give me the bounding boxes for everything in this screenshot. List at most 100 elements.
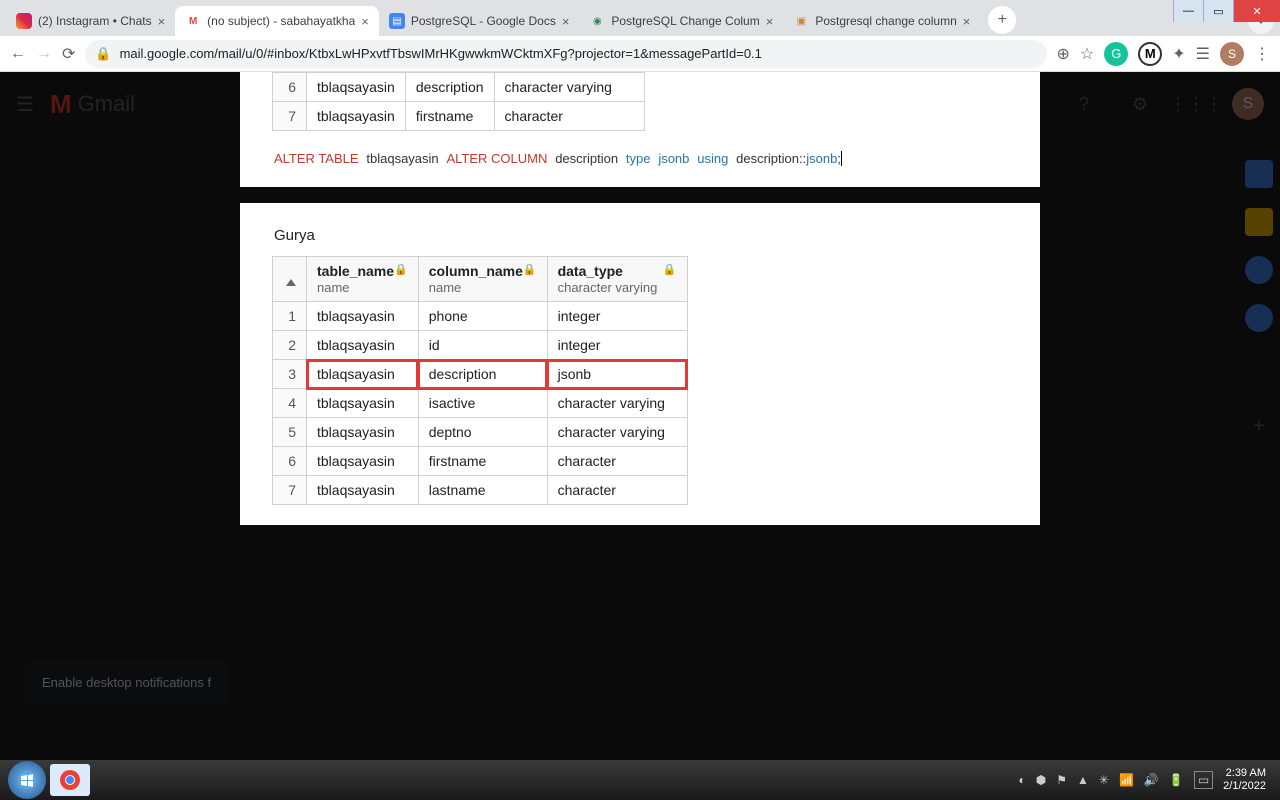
notification-toast[interactable]: Enable desktop notifications f [24, 661, 229, 704]
close-icon[interactable]: × [963, 14, 971, 29]
attachment-viewer: 6tblaqsayasindescriptioncharacter varyin… [240, 72, 1040, 760]
close-icon[interactable]: × [766, 14, 774, 29]
star-icon[interactable]: ☆ [1080, 44, 1094, 64]
close-icon[interactable]: × [158, 14, 166, 29]
gmail-logo[interactable]: MGmail [50, 89, 135, 120]
cell-column: description [405, 73, 494, 102]
cell-table: tblaqsayasin [307, 102, 406, 131]
tray-icon[interactable]: ✳ [1099, 773, 1109, 787]
forward-button[interactable]: → [36, 45, 52, 63]
cell-column: isactive [418, 389, 547, 418]
keyboard-icon[interactable]: ▭ [1194, 771, 1213, 789]
table-row[interactable]: 7tblaqsayasinfirstnamecharacter [273, 102, 645, 131]
col-header-column-name[interactable]: column_name🔒name [418, 257, 547, 302]
table-row[interactable]: 1tblaqsayasinphoneinteger [273, 302, 688, 331]
url-input[interactable]: 🔒 mail.google.com/mail/u/0/#inbox/KtbxLw… [85, 40, 1046, 68]
cell-table: tblaqsayasin [307, 331, 419, 360]
chrome-icon [59, 769, 81, 791]
table-row[interactable]: 3tblaqsayasindescriptionjsonb [273, 360, 688, 389]
lock-icon: 🔒 [523, 263, 537, 276]
tab-pgchange[interactable]: ◉ PostgreSQL Change Colum × [579, 6, 783, 36]
cell-type: character varying [547, 389, 687, 418]
row-number: 2 [273, 331, 307, 360]
tray-icon[interactable]: ⚑ [1056, 773, 1067, 787]
table-row[interactable]: 7tblaqsayasinlastnamecharacter [273, 476, 688, 505]
extension-icon[interactable]: M [1138, 42, 1162, 66]
row-number: 7 [273, 476, 307, 505]
tab-title: Postgresql change column [815, 14, 956, 28]
volume-icon[interactable]: 🔊 [1144, 773, 1159, 787]
tasks-icon[interactable] [1245, 256, 1273, 284]
gmail-logo-text: Gmail [78, 91, 135, 117]
tray-icon[interactable]: ▲ [1077, 773, 1089, 787]
tray-icon[interactable]: ◐ [1019, 773, 1026, 787]
table-row[interactable]: 4tblaqsayasinisactivecharacter varying [273, 389, 688, 418]
extensions-icon[interactable]: ✦ [1172, 44, 1185, 64]
col-header-table-name[interactable]: table_name🔒name [307, 257, 419, 302]
cell-table: tblaqsayasin [307, 73, 406, 102]
menu-icon[interactable]: ☰ [16, 92, 34, 117]
cell-column: deptno [418, 418, 547, 447]
cell-column: phone [418, 302, 547, 331]
close-icon[interactable]: × [361, 14, 369, 29]
lock-icon: 🔒 [663, 263, 677, 276]
keep-icon[interactable] [1245, 208, 1273, 236]
window-close[interactable]: ✕ [1233, 0, 1280, 22]
settings-icon[interactable]: ⚙ [1120, 84, 1160, 124]
cell-table: tblaqsayasin [307, 418, 419, 447]
cell-column: id [418, 331, 547, 360]
table-row[interactable]: 5tblaqsayasindeptnocharacter varying [273, 418, 688, 447]
cell-type: character [494, 102, 644, 131]
instagram-icon [16, 13, 32, 29]
contacts-icon[interactable] [1245, 304, 1273, 332]
battery-icon[interactable]: 🔋 [1169, 773, 1184, 787]
row-number: 6 [273, 73, 307, 102]
support-icon[interactable]: ? [1064, 84, 1104, 124]
lock-icon: 🔒 [394, 263, 408, 276]
clock[interactable]: 2:39 AM 2/1/2022 [1223, 767, 1272, 793]
cell-column: description [418, 360, 547, 389]
network-icon[interactable]: 📶 [1119, 773, 1134, 787]
cell-type: character [547, 476, 687, 505]
table-row[interactable]: 6tblaqsayasindescriptioncharacter varyin… [273, 73, 645, 102]
table-row[interactable]: 6tblaqsayasinfirstnamecharacter [273, 447, 688, 476]
tray-icon[interactable]: ⬢ [1036, 773, 1046, 787]
cell-column: firstname [418, 447, 547, 476]
result-table-top: 6tblaqsayasindescriptioncharacter varyin… [272, 72, 645, 131]
taskbar-chrome[interactable] [50, 764, 90, 796]
cell-column: firstname [405, 102, 494, 131]
kebab-menu-icon[interactable]: ⋮ [1254, 44, 1270, 64]
tab-pgcol[interactable]: ▣ Postgresql change column × [783, 6, 980, 36]
readinglist-icon[interactable]: ☰ [1196, 44, 1210, 64]
table-row[interactable]: 2tblaqsayasinidinteger [273, 331, 688, 360]
sql-statement: ALTER TABLE tblaqsayasin ALTER COLUMN de… [274, 151, 1040, 167]
cell-type: jsonb [547, 360, 687, 389]
sort-header[interactable] [273, 257, 307, 302]
window-maximize[interactable]: ▭ [1203, 0, 1233, 22]
cell-table: tblaqsayasin [307, 302, 419, 331]
addon-plus-icon[interactable]: + [1245, 412, 1273, 440]
install-icon[interactable]: ⊕ [1057, 44, 1070, 64]
tab-instagram[interactable]: (2) Instagram • Chats × [6, 6, 175, 36]
tab-title: PostgreSQL Change Colum [611, 14, 759, 28]
site-icon: ▣ [793, 13, 809, 29]
reload-button[interactable]: ⟳ [62, 44, 75, 64]
cell-type: character varying [547, 418, 687, 447]
close-icon[interactable]: × [562, 14, 570, 29]
col-header-data-type[interactable]: data_type🔒character varying [547, 257, 687, 302]
sort-icon [286, 279, 296, 286]
tab-gmail[interactable]: M (no subject) - sabahayatkha × [175, 6, 379, 36]
profile-avatar[interactable]: S [1220, 42, 1244, 66]
calendar-icon[interactable] [1245, 160, 1273, 188]
grammarly-icon[interactable]: G [1104, 42, 1128, 66]
apps-icon[interactable]: ⋮⋮⋮ [1176, 84, 1216, 124]
start-button[interactable] [8, 761, 46, 799]
row-number: 1 [273, 302, 307, 331]
tab-title: (2) Instagram • Chats [38, 14, 152, 28]
tab-gdocs[interactable]: ▤ PostgreSQL - Google Docs × [379, 6, 580, 36]
back-button[interactable]: ← [10, 45, 26, 63]
window-minimize[interactable]: — [1173, 0, 1203, 22]
new-tab-button[interactable]: + [988, 6, 1016, 34]
lock-icon: 🔒 [95, 46, 111, 62]
url-text: mail.google.com/mail/u/0/#inbox/KtbxLwHP… [120, 46, 762, 61]
